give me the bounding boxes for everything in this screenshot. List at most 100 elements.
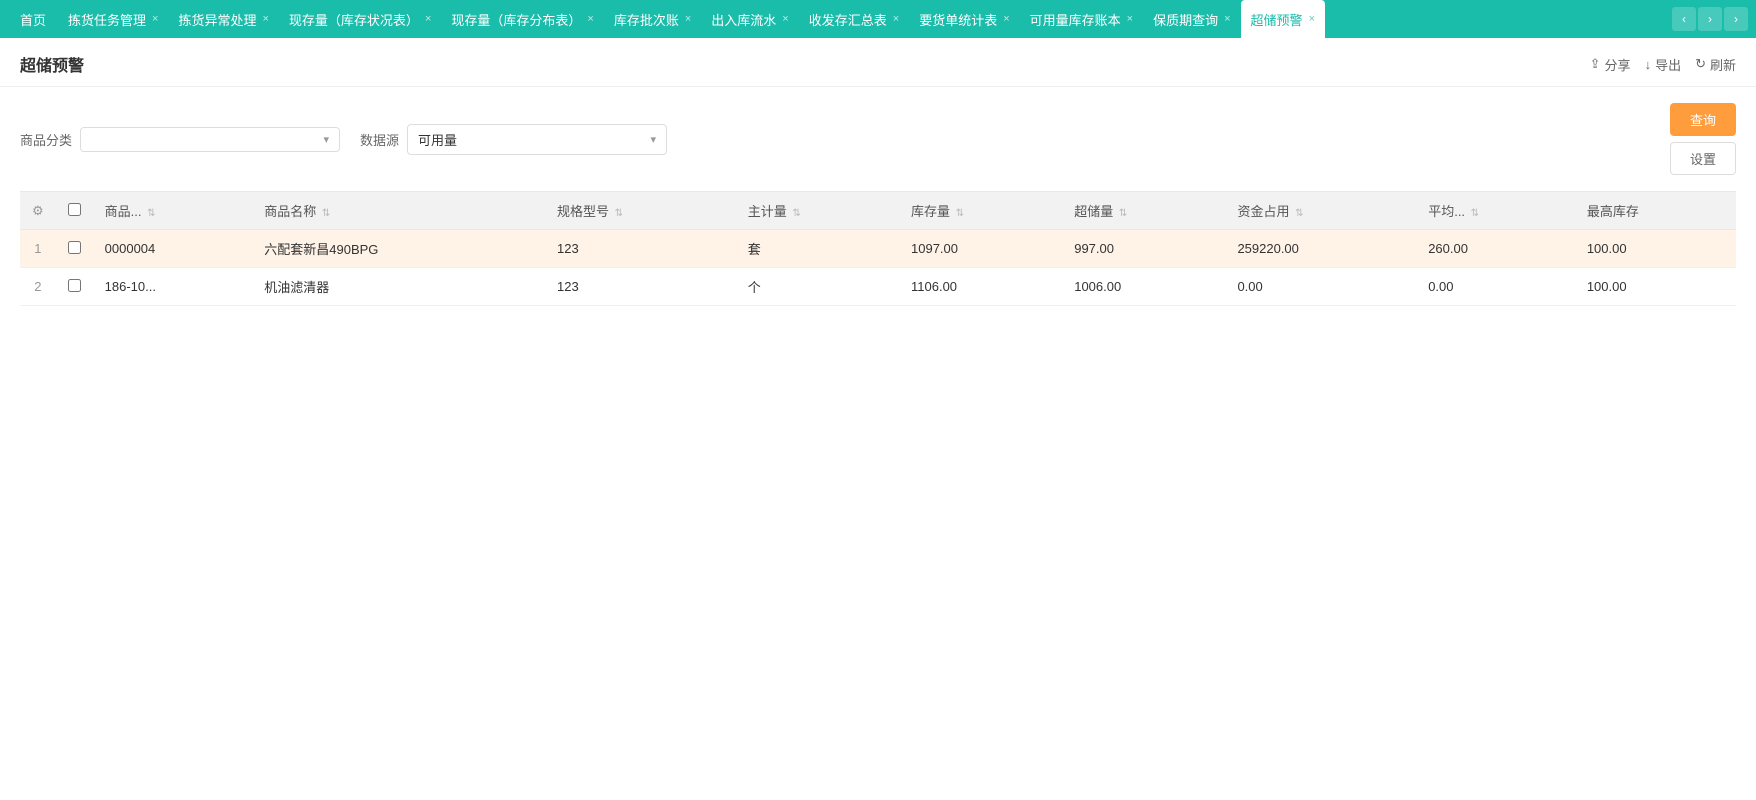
page-title: 超储预警 [20, 52, 84, 76]
category-select[interactable]: ▾ [80, 127, 340, 152]
close-icon[interactable]: × [1127, 13, 1133, 25]
refresh-button[interactable]: ↻ 刷新 [1695, 55, 1736, 74]
close-icon[interactable]: × [152, 13, 158, 25]
cell-product-code: 186-10... [93, 268, 253, 306]
cell-product-name: 六配套新昌490BPG [252, 230, 545, 268]
tab-chaochuyujing[interactable]: 超储预警 × [1241, 0, 1325, 38]
col-spec[interactable]: 规格型号 ⇅ [545, 192, 736, 230]
query-button[interactable]: 查询 [1670, 103, 1736, 136]
close-icon[interactable]: × [1224, 13, 1230, 25]
sort-icon: ⇅ [956, 208, 964, 219]
nav-next-button[interactable]: › [1698, 7, 1722, 31]
sort-icon: ⇅ [1295, 208, 1303, 219]
export-button[interactable]: ↓ 导出 [1645, 55, 1682, 74]
tab-churuku-liushui[interactable]: 出入库流水 × [701, 0, 798, 38]
close-icon[interactable]: × [425, 13, 431, 25]
sort-icon: ⇅ [615, 208, 623, 219]
cell-over-stock: 1006.00 [1062, 268, 1225, 306]
page-content: 超储预警 ⇪ 分享 ↓ 导出 ↻ 刷新 商品分类 ▾ 数据源 [0, 38, 1756, 800]
col-unit[interactable]: 主计量 ⇅ [736, 192, 899, 230]
tab-keyongliang-zhangben[interactable]: 可用量库存账本 × [1020, 0, 1143, 38]
cell-max-stock: 100.00 [1575, 230, 1736, 268]
data-table: ⚙ 商品... ⇅ 商品名称 ⇅ 规格型号 ⇅ [20, 191, 1736, 306]
cell-spec: 123 [545, 230, 736, 268]
nav-home[interactable]: 首页 [8, 0, 58, 38]
chevron-down-icon: ▾ [323, 133, 329, 146]
category-label: 商品分类 [20, 130, 72, 149]
sort-icon: ⇅ [147, 208, 155, 219]
tab-kucun-pici[interactable]: 库存批次账 × [604, 0, 701, 38]
cell-capital: 0.00 [1225, 268, 1416, 306]
cell-avg-price: 260.00 [1416, 230, 1575, 268]
row-checkbox[interactable] [68, 279, 81, 292]
tab-xiancunliang-fenbu[interactable]: 现存量（库存分布表） × [441, 0, 603, 38]
tab-baozhiqi-chaxun[interactable]: 保质期查询 × [1143, 0, 1240, 38]
col-product-code[interactable]: 商品... ⇅ [93, 192, 253, 230]
sort-icon: ⇅ [792, 208, 800, 219]
cell-product-name: 机油滤清器 [252, 268, 545, 306]
col-stock[interactable]: 库存量 ⇅ [899, 192, 1062, 230]
close-icon[interactable]: × [893, 13, 899, 25]
filter-buttons: 查询 设置 [1670, 103, 1736, 175]
tab-jianhuo-yichang[interactable]: 拣货异常处理 × [168, 0, 278, 38]
close-icon[interactable]: × [587, 13, 593, 25]
datasource-label: 数据源 [360, 130, 399, 149]
chevron-down-icon: ▾ [651, 133, 657, 146]
refresh-icon: ↻ [1695, 56, 1706, 72]
datasource-select[interactable]: 可用量 ▾ [407, 124, 667, 155]
close-icon[interactable]: × [685, 13, 691, 25]
sort-icon: ⇅ [1471, 208, 1479, 219]
settings-col-header: ⚙ [20, 192, 56, 230]
cell-stock: 1097.00 [899, 230, 1062, 268]
row-checkbox-cell [56, 230, 93, 268]
settings-button[interactable]: 设置 [1670, 142, 1736, 175]
row-checkbox-cell [56, 268, 93, 306]
col-max-stock[interactable]: 最高库存 [1575, 192, 1736, 230]
col-product-name[interactable]: 商品名称 ⇅ [252, 192, 545, 230]
close-icon[interactable]: × [1309, 13, 1315, 25]
tab-yaohuo-tongji[interactable]: 要货单统计表 × [909, 0, 1019, 38]
row-number: 1 [20, 230, 56, 268]
nav-prev-button[interactable]: ‹ [1672, 7, 1696, 31]
category-filter-group: 商品分类 ▾ [20, 127, 340, 152]
select-all-checkbox[interactable] [68, 203, 81, 216]
sort-icon: ⇅ [1119, 208, 1127, 219]
cell-capital: 259220.00 [1225, 230, 1416, 268]
nav-arrows: ‹ › › [1672, 7, 1748, 31]
gear-icon[interactable]: ⚙ [32, 203, 44, 218]
cell-unit: 套 [736, 230, 899, 268]
sort-icon: ⇅ [322, 208, 330, 219]
row-number: 2 [20, 268, 56, 306]
checkbox-col-header [56, 192, 93, 230]
table-header-row: ⚙ 商品... ⇅ 商品名称 ⇅ 规格型号 ⇅ [20, 192, 1736, 230]
top-nav: 首页 拣货任务管理 × 拣货异常处理 × 现存量（库存状况表） × 现存量（库存… [0, 0, 1756, 38]
share-icon: ⇪ [1590, 56, 1601, 72]
nav-menu-button[interactable]: › [1724, 7, 1748, 31]
col-capital[interactable]: 资金占用 ⇅ [1225, 192, 1416, 230]
datasource-filter-group: 数据源 可用量 ▾ [360, 124, 667, 155]
share-button[interactable]: ⇪ 分享 [1590, 55, 1631, 74]
tab-shoufacun-huizong[interactable]: 收发存汇总表 × [799, 0, 909, 38]
datasource-value: 可用量 [418, 130, 457, 149]
cell-avg-price: 0.00 [1416, 268, 1575, 306]
close-icon[interactable]: × [782, 13, 788, 25]
cell-unit: 个 [736, 268, 899, 306]
row-checkbox[interactable] [68, 241, 81, 254]
table-container: ⚙ 商品... ⇅ 商品名称 ⇅ 规格型号 ⇅ [0, 191, 1756, 306]
tab-jianhuorenwuguanli[interactable]: 拣货任务管理 × [58, 0, 168, 38]
cell-product-code: 0000004 [93, 230, 253, 268]
cell-max-stock: 100.00 [1575, 268, 1736, 306]
close-icon[interactable]: × [1003, 13, 1009, 25]
cell-spec: 123 [545, 268, 736, 306]
cell-over-stock: 997.00 [1062, 230, 1225, 268]
col-avg-price[interactable]: 平均... ⇅ [1416, 192, 1575, 230]
col-over-stock[interactable]: 超储量 ⇅ [1062, 192, 1225, 230]
export-icon: ↓ [1645, 57, 1652, 72]
cell-stock: 1106.00 [899, 268, 1062, 306]
table-row: 1 0000004 六配套新昌490BPG 123 套 1097.00 997.… [20, 230, 1736, 268]
tab-xiancunliang-zhuangkuang[interactable]: 现存量（库存状况表） × [279, 0, 441, 38]
page-header: 超储预警 ⇪ 分享 ↓ 导出 ↻ 刷新 [0, 38, 1756, 87]
table-row: 2 186-10... 机油滤清器 123 个 1106.00 1006.00 … [20, 268, 1736, 306]
close-icon[interactable]: × [262, 13, 268, 25]
page-actions: ⇪ 分享 ↓ 导出 ↻ 刷新 [1590, 55, 1736, 74]
